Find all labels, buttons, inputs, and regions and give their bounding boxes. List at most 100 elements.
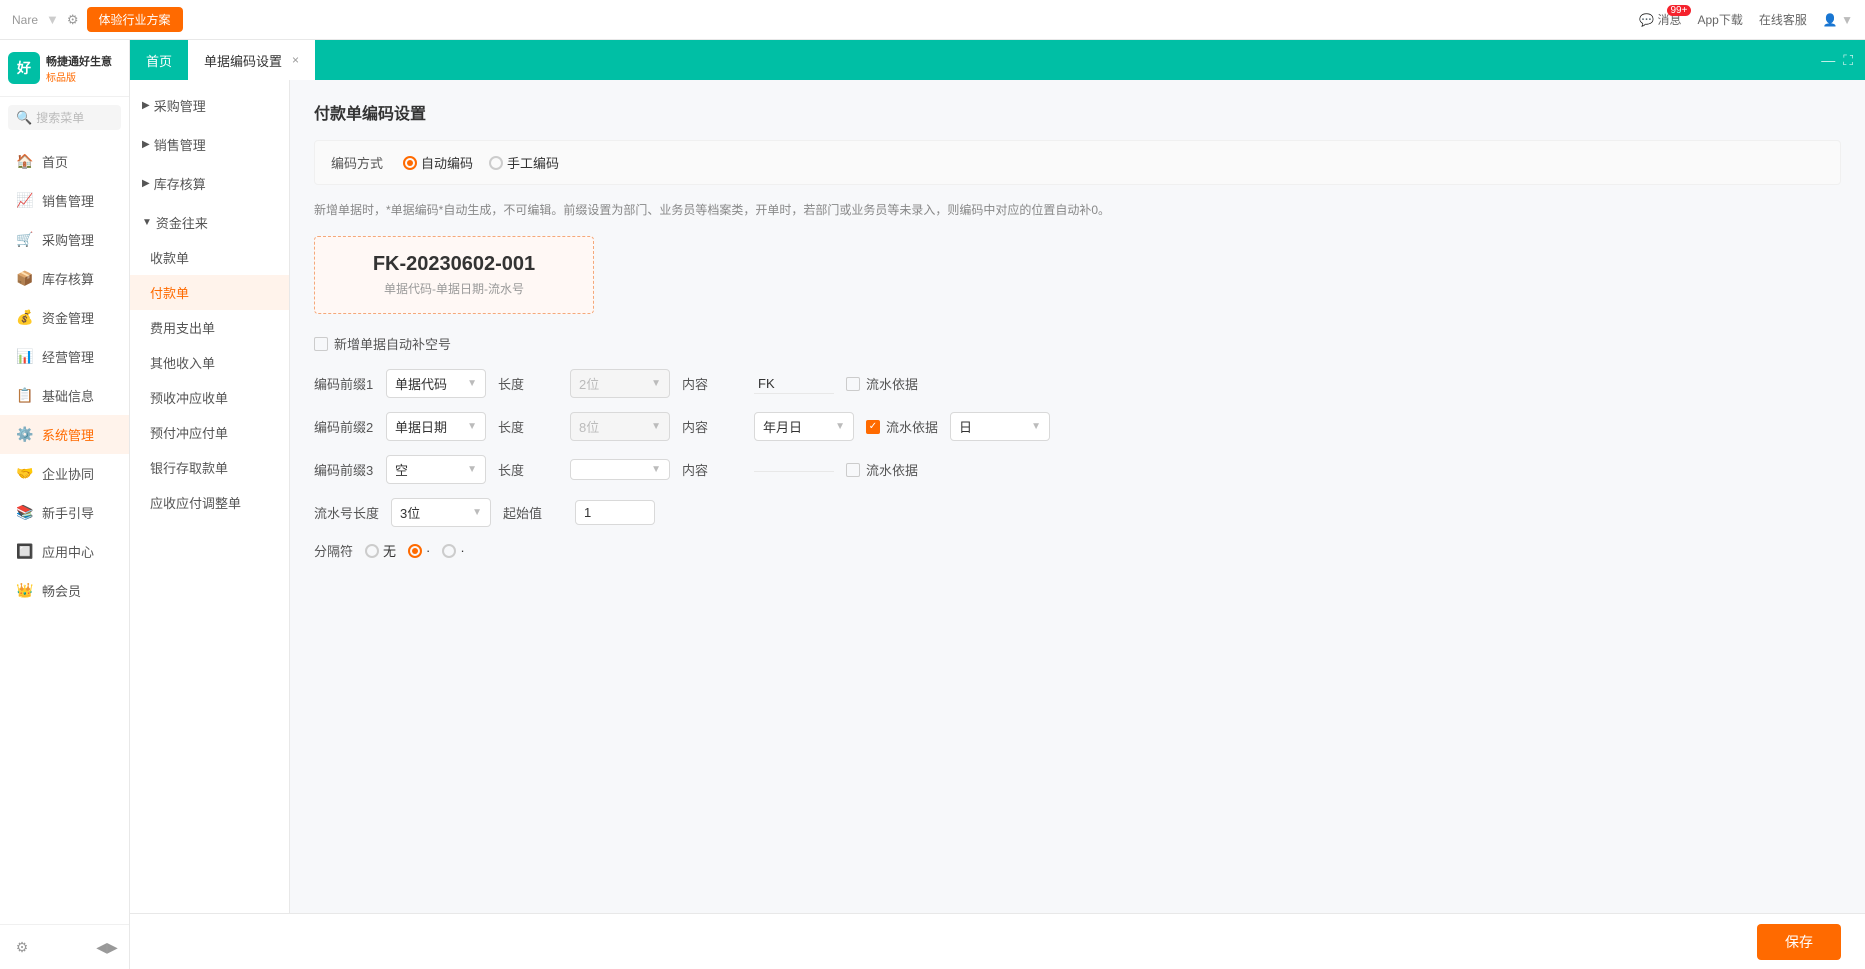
prefix3-label: 编码前缀3 bbox=[314, 460, 374, 479]
sidebar-item-home[interactable]: 🏠 首页 bbox=[0, 142, 129, 181]
sidebar-item-inventory[interactable]: 📦 库存核算 bbox=[0, 259, 129, 298]
prefix1-stream-row: 流水依据 bbox=[846, 374, 918, 393]
second-sidebar: ▶ 采购管理 ▶ 销售管理 ▶ 库存核算 bbox=[130, 80, 290, 913]
prefix1-content-label: 内容 bbox=[682, 374, 742, 393]
prefix1-arrow-icon: ▼ bbox=[467, 378, 477, 389]
bottom-bar: 保存 bbox=[130, 913, 1865, 969]
prefix2-length-select[interactable]: 8位 ▼ bbox=[570, 412, 670, 441]
auto-radio-circle[interactable] bbox=[403, 156, 417, 170]
sidebar-search[interactable]: 🔍 搜索菜单 bbox=[0, 97, 129, 138]
tab-minimize-btn[interactable]: — bbox=[1821, 52, 1835, 68]
user-avatar[interactable]: 👤 ▼ bbox=[1823, 13, 1853, 27]
tab-home[interactable]: 首页 bbox=[130, 40, 188, 80]
tab-maximize-btn[interactable]: ⛶ bbox=[1843, 52, 1853, 69]
left-sidebar: 好 畅捷通好生意 标品版 🔍 搜索菜单 🏠 首页 📈 销售管理 🛒 bbox=[0, 40, 130, 969]
nav-item-prepay-offset[interactable]: 预收冲应收单 bbox=[130, 380, 289, 415]
sidebar-item-enterprise[interactable]: 🤝 企业协同 bbox=[0, 454, 129, 493]
sidebar-item-system[interactable]: ⚙️ 系统管理 bbox=[0, 415, 129, 454]
prefix3-select[interactable]: 空 ▼ bbox=[386, 455, 486, 484]
example-box: FK-20230602-001 单据代码-单据日期-流水号 bbox=[314, 236, 594, 314]
inventory-icon: 📦 bbox=[16, 270, 34, 288]
nav-group-inventory-header[interactable]: ▶ 库存核算 bbox=[130, 166, 289, 201]
trial-button[interactable]: 体验行业方案 bbox=[87, 7, 183, 32]
search-icon: 🔍 bbox=[16, 110, 32, 126]
save-button[interactable]: 保存 bbox=[1757, 924, 1841, 960]
nav-item-adjustment[interactable]: 应收应付调整单 bbox=[130, 485, 289, 520]
separator-dot-radio[interactable]: · bbox=[408, 543, 430, 558]
nav-item-bank[interactable]: 银行存取款单 bbox=[130, 450, 289, 485]
logo-icon: 好 bbox=[8, 52, 40, 84]
separator-none-circle[interactable] bbox=[365, 544, 379, 558]
separator-dot2-radio[interactable]: · bbox=[442, 543, 464, 558]
message-button[interactable]: 💬 消息 99+ bbox=[1639, 11, 1681, 28]
main-content: 付款单编码设置 编码方式 自动编码 手工编码 bbox=[290, 80, 1865, 913]
manual-radio-circle[interactable] bbox=[489, 156, 503, 170]
auto-fill-checkbox[interactable] bbox=[314, 337, 328, 351]
sidebar-item-vip[interactable]: 👑 畅会员 bbox=[0, 571, 129, 610]
nav-item-expense[interactable]: 费用支出单 bbox=[130, 310, 289, 345]
manual-encoding-radio[interactable]: 手工编码 bbox=[489, 153, 559, 172]
prefix2-content-label: 内容 bbox=[682, 417, 742, 436]
content-area: ▶ 采购管理 ▶ 销售管理 ▶ 库存核算 bbox=[130, 80, 1865, 913]
prefix2-cycle-select[interactable]: 日 ▼ bbox=[950, 412, 1050, 441]
nav-group-sales: ▶ 销售管理 bbox=[130, 127, 289, 162]
prefix3-stream-checkbox[interactable] bbox=[846, 463, 860, 477]
tab-bar-actions: — ⛶ bbox=[1821, 52, 1865, 69]
settings-icon[interactable]: ⚙ bbox=[67, 12, 79, 28]
serial-start-input[interactable] bbox=[575, 500, 655, 525]
breadcrumb: Nare bbox=[12, 13, 38, 27]
prefix1-stream-checkbox[interactable] bbox=[846, 377, 860, 391]
prefix2-stream-checkbox[interactable]: ✓ bbox=[866, 420, 880, 434]
sidebar-item-sales[interactable]: 📈 销售管理 bbox=[0, 181, 129, 220]
prefix2-content-select[interactable]: 年月日 ▼ bbox=[754, 412, 854, 441]
encoding-radio-group: 自动编码 手工编码 bbox=[403, 153, 559, 172]
prefix1-length-label: 长度 bbox=[498, 374, 558, 393]
serial-length-select[interactable]: 3位 ▼ bbox=[391, 498, 491, 527]
collapse-icon[interactable]: ◀▶ bbox=[93, 933, 121, 961]
prefix1-select[interactable]: 单据代码 ▼ bbox=[386, 369, 486, 398]
sidebar-item-purchase[interactable]: 🛒 采购管理 bbox=[0, 220, 129, 259]
nav-group-purchase: ▶ 采购管理 bbox=[130, 88, 289, 123]
online-service-button[interactable]: 在线客服 bbox=[1759, 11, 1807, 28]
separator-dot2-circle[interactable] bbox=[442, 544, 456, 558]
chevron-right-icon3: ▶ bbox=[142, 178, 150, 189]
nav-group-purchase-header[interactable]: ▶ 采购管理 bbox=[130, 88, 289, 123]
nav-item-other-income[interactable]: 其他收入单 bbox=[130, 345, 289, 380]
tab-close-icon[interactable]: × bbox=[292, 53, 299, 67]
home-icon: 🏠 bbox=[16, 153, 34, 171]
prefix2-cycle-arrow-icon: ▼ bbox=[1031, 421, 1041, 432]
system-icon: ⚙️ bbox=[16, 426, 34, 444]
sidebar-item-app-center[interactable]: 🔲 应用中心 bbox=[0, 532, 129, 571]
prefix3-content-label: 内容 bbox=[682, 460, 742, 479]
auto-encoding-radio[interactable]: 自动编码 bbox=[403, 153, 473, 172]
nav-item-receipt[interactable]: 收款单 bbox=[130, 240, 289, 275]
nav-group-finance-header[interactable]: ▼ 资金往来 bbox=[130, 205, 289, 240]
app-center-icon: 🔲 bbox=[16, 543, 34, 561]
serial-start-label: 起始值 bbox=[503, 503, 563, 522]
sidebar-item-guide[interactable]: 📚 新手引导 bbox=[0, 493, 129, 532]
nav-item-payment[interactable]: 付款单 bbox=[130, 275, 289, 310]
enterprise-icon: 🤝 bbox=[16, 465, 34, 483]
serial-length-arrow-icon: ▼ bbox=[472, 507, 482, 518]
nav-group-sales-header[interactable]: ▶ 销售管理 bbox=[130, 127, 289, 162]
nav-group-finance: ▼ 资金往来 收款单 付款单 费用支出单 其他收入单 预收冲应收单 预付冲应付单… bbox=[130, 205, 289, 520]
tab-encoding-settings[interactable]: 单据编码设置 × bbox=[188, 40, 315, 80]
prefix1-label: 编码前缀1 bbox=[314, 374, 374, 393]
sidebar-item-basic[interactable]: 📋 基础信息 bbox=[0, 376, 129, 415]
top-bar-left: Nare ▼ ⚙ 体验行业方案 bbox=[12, 7, 183, 32]
logo-text: 畅捷通好生意 标品版 bbox=[46, 53, 112, 84]
prefix2-select[interactable]: 单据日期 ▼ bbox=[386, 412, 486, 441]
sidebar-footer: ⚙ ◀▶ bbox=[0, 924, 129, 969]
prefix1-content-value: FK bbox=[754, 374, 834, 394]
sidebar-item-finance[interactable]: 💰 资金管理 bbox=[0, 298, 129, 337]
app-download-button[interactable]: App下载 bbox=[1697, 11, 1742, 28]
separator-dot-circle[interactable] bbox=[408, 544, 422, 558]
separator-none-radio[interactable]: 无 bbox=[365, 541, 396, 560]
separator-label: 分隔符 bbox=[314, 541, 353, 560]
prefix3-length-select[interactable]: ▼ bbox=[570, 459, 670, 480]
nav-item-prepay-offset2[interactable]: 预付冲应付单 bbox=[130, 415, 289, 450]
sidebar-item-operation[interactable]: 📊 经营管理 bbox=[0, 337, 129, 376]
prefix1-length-select[interactable]: 2位 ▼ bbox=[570, 369, 670, 398]
settings-footer-icon[interactable]: ⚙ bbox=[8, 933, 36, 961]
prefix3-arrow-icon: ▼ bbox=[467, 464, 477, 475]
